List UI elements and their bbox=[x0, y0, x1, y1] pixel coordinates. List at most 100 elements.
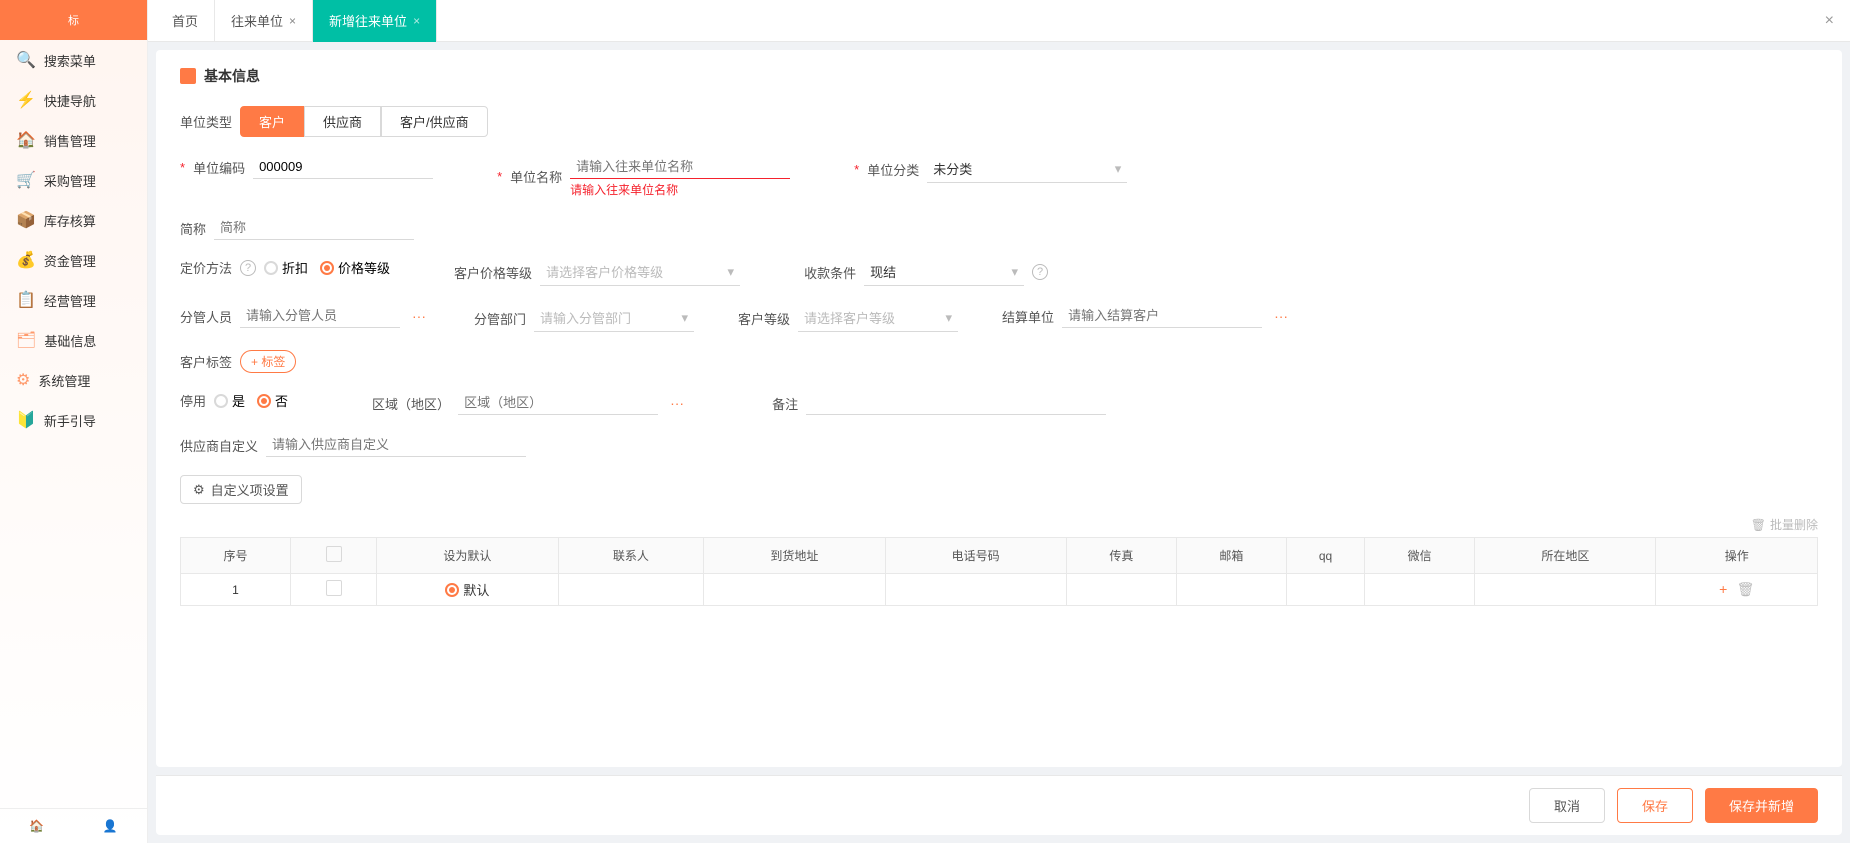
radio-price-level-circle bbox=[320, 261, 334, 275]
cart-icon: 🛒 bbox=[16, 170, 36, 190]
customer-tag-label: 客户标签 bbox=[180, 352, 232, 371]
row-default-radio[interactable]: 默认 bbox=[383, 580, 551, 599]
settle-more-icon[interactable]: ··· bbox=[1270, 308, 1292, 324]
unit-name-input[interactable] bbox=[570, 155, 790, 179]
customer-level-field: 客户等级 请选择客户等级 ▾ bbox=[738, 304, 958, 332]
tab-close-all[interactable]: × bbox=[1817, 12, 1842, 30]
save-button[interactable]: 保存 bbox=[1617, 788, 1693, 823]
tab-partner-list[interactable]: 往来单位 × bbox=[215, 0, 313, 42]
dept-chevron-icon: ▾ bbox=[682, 310, 689, 326]
type-btn-both[interactable]: 客户/供应商 bbox=[381, 106, 488, 137]
short-name-row: 简称 bbox=[180, 216, 1818, 240]
settle-unit-input[interactable] bbox=[1062, 304, 1262, 328]
payment-help-icon[interactable]: ? bbox=[1032, 264, 1048, 280]
short-name-input[interactable] bbox=[214, 216, 414, 240]
custom-settings-button[interactable]: ⚙ 自定义项设置 bbox=[180, 475, 302, 504]
sidebar-item-operations[interactable]: 📋 经营管理 bbox=[0, 280, 147, 320]
customer-tag-row: 客户标签 + 标签 bbox=[180, 350, 1818, 373]
sidebar-item-basic[interactable]: 🗂 基础信息 bbox=[0, 320, 147, 360]
type-btn-customer[interactable]: 客户 bbox=[240, 106, 304, 137]
row-delete-button[interactable]: 🗑 bbox=[1734, 581, 1758, 597]
col-qq: qq bbox=[1286, 538, 1364, 574]
payment-chevron-icon: ▾ bbox=[1012, 264, 1019, 280]
pricing-help-icon[interactable]: ? bbox=[240, 260, 256, 276]
sidebar-item-inventory[interactable]: 📦 库存核算 bbox=[0, 200, 147, 240]
sidebar-bottom: 🏠 👤 bbox=[0, 808, 147, 843]
radio-price-level[interactable]: 价格等级 bbox=[320, 258, 390, 277]
pricing-label: 定价方法 bbox=[180, 258, 232, 277]
sidebar-item-purchase[interactable]: 🛒 采购管理 bbox=[0, 160, 147, 200]
manager-more-icon[interactable]: ··· bbox=[408, 308, 430, 324]
supplier-custom-input[interactable] bbox=[266, 433, 526, 457]
cell-address bbox=[704, 574, 885, 606]
tag-add-button[interactable]: + 标签 bbox=[240, 350, 296, 373]
payment-terms-select[interactable]: 现结 ▾ bbox=[864, 258, 1024, 286]
col-check bbox=[291, 538, 377, 574]
col-seq: 序号 bbox=[181, 538, 291, 574]
cell-contact bbox=[558, 574, 704, 606]
manager-label: 分管人员 bbox=[180, 307, 232, 326]
tab-partner-new[interactable]: 新增往来单位 × bbox=[313, 0, 437, 42]
disable-field: 停用 是 否 bbox=[180, 391, 288, 410]
section-header: 基本信息 bbox=[180, 66, 1818, 86]
col-fax: 传真 bbox=[1066, 538, 1176, 574]
flash-icon: ⚡ bbox=[16, 90, 36, 110]
sidebar-home-btn[interactable]: 🏠 bbox=[0, 809, 74, 843]
cell-default: 默认 bbox=[377, 574, 558, 606]
unit-category-select[interactable]: 未分类 ▾ bbox=[927, 155, 1127, 183]
region-input[interactable] bbox=[458, 391, 658, 415]
sidebar-item-search[interactable]: 🔍 搜索菜单 bbox=[0, 40, 147, 80]
cancel-button[interactable]: 取消 bbox=[1529, 788, 1605, 823]
unit-name-error: 请输入往来单位名称 bbox=[570, 181, 790, 198]
unit-code-input[interactable] bbox=[253, 155, 433, 179]
radio-discount-circle bbox=[264, 261, 278, 275]
header-checkbox[interactable] bbox=[326, 546, 342, 562]
save-new-button[interactable]: 保存并新增 bbox=[1705, 788, 1818, 823]
tab-partner-list-close[interactable]: × bbox=[289, 14, 296, 28]
batch-delete-area: 🗑 批量删除 bbox=[180, 516, 1818, 533]
unit-code-label: 单位编码 bbox=[193, 158, 245, 177]
sidebar-item-finance[interactable]: 💰 资金管理 bbox=[0, 240, 147, 280]
customer-tag-field: 客户标签 + 标签 bbox=[180, 350, 296, 373]
cell-check bbox=[291, 574, 377, 606]
gear-settings-icon: ⚙ bbox=[193, 482, 205, 498]
department-select[interactable]: 请输入分管部门 ▾ bbox=[534, 304, 694, 332]
short-name-label: 简称 bbox=[180, 219, 206, 238]
unit-name-label: 单位名称 bbox=[510, 167, 562, 186]
section-flag-icon bbox=[180, 68, 196, 84]
sidebar-item-system[interactable]: ⚙ 系统管理 bbox=[0, 360, 147, 400]
sidebar-item-guide[interactable]: 🔰 新手引导 bbox=[0, 400, 147, 440]
radio-no[interactable]: 否 bbox=[257, 391, 288, 410]
remark-input[interactable] bbox=[806, 391, 1106, 415]
sidebar-item-quicknav[interactable]: ⚡ 快捷导航 bbox=[0, 80, 147, 120]
cell-action: + 🗑 bbox=[1656, 574, 1818, 606]
col-phone: 电话号码 bbox=[885, 538, 1066, 574]
type-btn-supplier[interactable]: 供应商 bbox=[304, 106, 381, 137]
remark-field: 备注 bbox=[772, 391, 1106, 415]
customer-price-level-select[interactable]: 请选择客户价格等级 ▾ bbox=[540, 258, 740, 286]
sidebar-item-sales[interactable]: 🏠 销售管理 bbox=[0, 120, 147, 160]
unit-category-field: * 单位分类 未分类 ▾ bbox=[854, 155, 1127, 183]
cell-region bbox=[1475, 574, 1656, 606]
batch-delete-label[interactable]: 批量删除 bbox=[1770, 516, 1818, 533]
main-area: 首页 往来单位 × 新增往来单位 × × 基本信息 单位类型 客户 供应商 客户… bbox=[148, 0, 1850, 843]
manager-input[interactable] bbox=[240, 304, 400, 328]
radio-yes[interactable]: 是 bbox=[214, 391, 245, 410]
guide-icon: 🔰 bbox=[16, 410, 36, 430]
disable-radio-group: 是 否 bbox=[214, 391, 288, 410]
row-checkbox[interactable] bbox=[326, 580, 342, 596]
disable-row: 停用 是 否 区域（地区） ··· 备注 bbox=[180, 391, 1818, 415]
customer-level-select[interactable]: 请选择客户等级 ▾ bbox=[798, 304, 958, 332]
price-level-chevron-icon: ▾ bbox=[728, 264, 735, 280]
department-label: 分管部门 bbox=[474, 309, 526, 328]
radio-discount[interactable]: 折扣 bbox=[264, 258, 308, 277]
unit-code-field: * 单位编码 bbox=[180, 155, 433, 179]
table-row: 1 默认 bbox=[181, 574, 1818, 606]
customer-price-level-label: 客户价格等级 bbox=[454, 263, 532, 282]
region-more-icon[interactable]: ··· bbox=[666, 395, 688, 411]
tab-home[interactable]: 首页 bbox=[156, 0, 215, 42]
row-add-button[interactable]: + bbox=[1716, 581, 1730, 597]
table-body: 1 默认 bbox=[181, 574, 1818, 606]
tab-partner-new-close[interactable]: × bbox=[413, 14, 420, 28]
sidebar-user-btn[interactable]: 👤 bbox=[74, 809, 148, 843]
